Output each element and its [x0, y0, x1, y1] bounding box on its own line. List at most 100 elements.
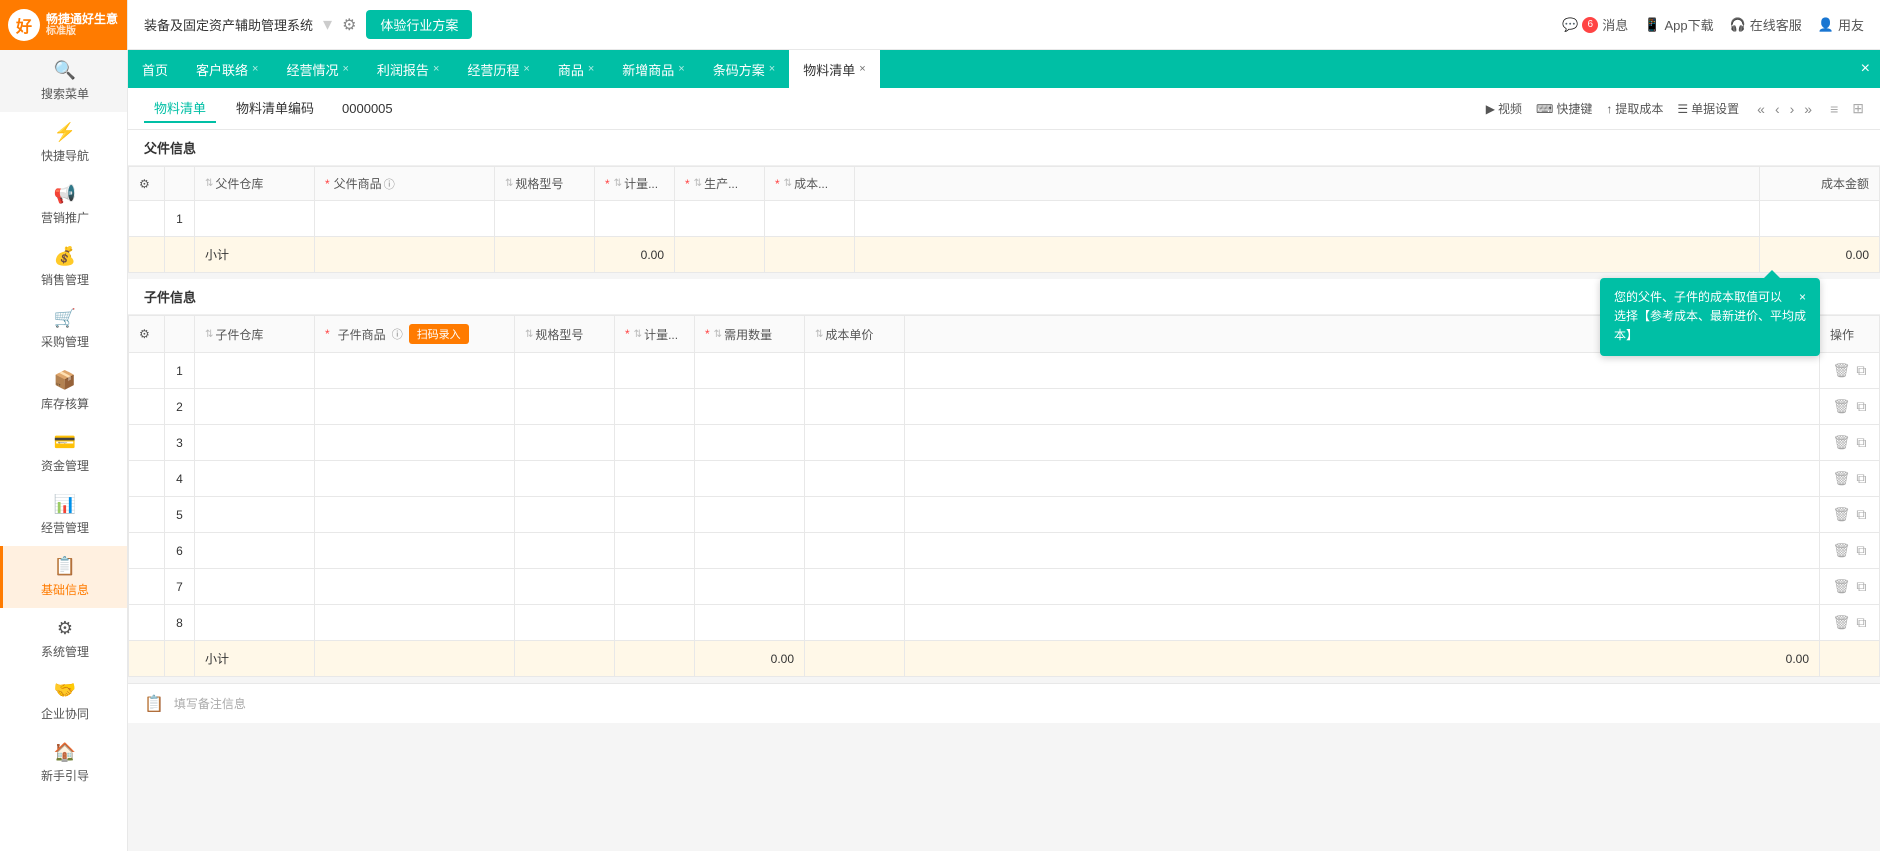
child-row-warehouse[interactable]	[195, 389, 315, 425]
tooltip-close-button[interactable]: ×	[1799, 288, 1806, 307]
extract-cost-button[interactable]: ↑ 提取成本	[1606, 100, 1663, 117]
doc-settings-button[interactable]: ☰ 单据设置	[1677, 100, 1739, 117]
parent-col-product[interactable]: * 父件商品 ⓘ	[315, 167, 495, 201]
child-row-spec[interactable]	[515, 533, 615, 569]
child-row-qty[interactable]	[695, 389, 805, 425]
tab-bom[interactable]: 物料清单 ×	[789, 50, 879, 88]
child-row-unitcost[interactable]	[805, 497, 905, 533]
sidebar-item-basic[interactable]: 📋 基础信息	[0, 546, 127, 608]
child-row-qty[interactable]	[695, 353, 805, 389]
child-row-qty[interactable]	[695, 533, 805, 569]
child-row-unit[interactable]	[615, 533, 695, 569]
child-row-warehouse[interactable]	[195, 569, 315, 605]
copy-icon[interactable]: ⧉	[1856, 506, 1866, 523]
delete-icon[interactable]: 🗑	[1833, 398, 1851, 415]
sidebar-item-search[interactable]: 🔍 搜索菜单	[0, 50, 127, 112]
expand-toggle[interactable]: ⊞	[1852, 100, 1864, 117]
child-row-spec[interactable]	[515, 461, 615, 497]
child-row-product[interactable]	[315, 533, 515, 569]
child-row-spec[interactable]	[515, 569, 615, 605]
tab-history[interactable]: 经营历程 ×	[453, 50, 543, 88]
child-row-unitcost[interactable]	[805, 569, 905, 605]
child-row-warehouse[interactable]	[195, 533, 315, 569]
child-col-product[interactable]: * 子件商品 ⓘ 扫码录入	[315, 316, 515, 353]
sidebar-item-marketing[interactable]: 📢 营销推广	[0, 174, 127, 236]
child-row-spec[interactable]	[515, 425, 615, 461]
child-row-unitcost[interactable]	[805, 353, 905, 389]
child-col-spec[interactable]: ⇅ 规格型号	[515, 316, 615, 353]
child-row-qty[interactable]	[695, 425, 805, 461]
tab-barcode[interactable]: 条码方案 ×	[699, 50, 789, 88]
delete-icon[interactable]: 🗑	[1833, 542, 1851, 559]
parent-row-product[interactable]	[315, 201, 495, 237]
child-row-qty[interactable]	[695, 605, 805, 641]
copy-icon[interactable]: ⧉	[1856, 398, 1866, 415]
tab-customer-close[interactable]: ×	[252, 63, 258, 75]
tab-operation[interactable]: 经营情况 ×	[272, 50, 362, 88]
tab-history-close[interactable]: ×	[523, 63, 529, 75]
chevron-down-icon[interactable]: ▾	[323, 14, 332, 35]
child-row-unitcost[interactable]	[805, 425, 905, 461]
child-row-product[interactable]	[315, 605, 515, 641]
child-row-product[interactable]	[315, 569, 515, 605]
child-col-unitcost[interactable]: ⇅ 成本单价	[805, 316, 905, 353]
tab-new-product-close[interactable]: ×	[678, 63, 684, 75]
tab-new-product[interactable]: 新增商品 ×	[608, 50, 698, 88]
child-row-product[interactable]	[315, 497, 515, 533]
parent-row-spec[interactable]	[495, 201, 595, 237]
child-row-product[interactable]	[315, 353, 515, 389]
child-row-unit[interactable]	[615, 605, 695, 641]
child-row-unitcost[interactable]	[805, 389, 905, 425]
child-row-unitcost[interactable]	[805, 461, 905, 497]
delete-icon[interactable]: 🗑	[1833, 614, 1851, 631]
child-row-warehouse[interactable]	[195, 605, 315, 641]
child-row-unit[interactable]	[615, 425, 695, 461]
sidebar-item-collab[interactable]: 🤝 企业协同	[0, 670, 127, 732]
last-page-arrow[interactable]: »	[1800, 99, 1816, 119]
app-download-button[interactable]: 📱 App下载	[1644, 15, 1713, 34]
prev-page-arrow[interactable]: ‹	[1771, 99, 1784, 119]
next-page-arrow[interactable]: ›	[1786, 99, 1799, 119]
parent-row-produce[interactable]	[675, 201, 765, 237]
tab-profit-close[interactable]: ×	[433, 63, 439, 75]
scan-button[interactable]: 扫码录入	[409, 324, 469, 344]
message-button[interactable]: 💬 6 消息	[1562, 15, 1628, 34]
child-row-unitcost[interactable]	[805, 533, 905, 569]
tab-bom-close[interactable]: ×	[859, 63, 865, 75]
child-row-unit[interactable]	[615, 569, 695, 605]
sidebar-item-system[interactable]: ⚙ 系统管理	[0, 608, 127, 670]
settings-icon[interactable]: ⚙	[342, 15, 356, 35]
copy-icon[interactable]: ⧉	[1856, 470, 1866, 487]
child-row-spec[interactable]	[515, 353, 615, 389]
copy-icon[interactable]: ⧉	[1856, 614, 1866, 631]
child-row-warehouse[interactable]	[195, 461, 315, 497]
user-button[interactable]: 👤 用友	[1818, 15, 1864, 34]
parent-col-unit[interactable]: * ⇅ 计量...	[595, 167, 675, 201]
child-row-spec[interactable]	[515, 605, 615, 641]
sidebar-item-inventory[interactable]: 📦 库存核算	[0, 360, 127, 422]
parent-col-settings[interactable]: ⚙	[129, 167, 165, 201]
sidebar-item-nav[interactable]: ⚡ 快捷导航	[0, 112, 127, 174]
sub-tab-bom-code[interactable]: 物料清单编码	[226, 94, 324, 123]
tab-home[interactable]: 首页	[128, 50, 182, 88]
video-button[interactable]: ▶ 视频	[1486, 100, 1522, 117]
shortcut-button[interactable]: ⌨ 快捷键	[1536, 100, 1592, 117]
online-service-button[interactable]: 🎧 在线客服	[1730, 15, 1802, 34]
close-all-tabs[interactable]: ×	[1851, 60, 1880, 78]
delete-icon[interactable]: 🗑	[1833, 362, 1851, 379]
child-row-unit[interactable]	[615, 353, 695, 389]
parent-col-produce[interactable]: * ⇅ 生产...	[675, 167, 765, 201]
first-page-arrow[interactable]: «	[1753, 99, 1769, 119]
sidebar-item-purchase[interactable]: 🛒 采购管理	[0, 298, 127, 360]
child-row-unit[interactable]	[615, 389, 695, 425]
child-col-warehouse[interactable]: ⇅ 子件仓库	[195, 316, 315, 353]
tab-barcode-close[interactable]: ×	[769, 63, 775, 75]
parent-row-warehouse[interactable]	[195, 201, 315, 237]
parent-col-spec[interactable]: ⇅ 规格型号	[495, 167, 595, 201]
child-row-qty[interactable]	[695, 569, 805, 605]
child-col-unit[interactable]: * ⇅ 计量...	[615, 316, 695, 353]
sidebar-item-sales[interactable]: 💰 销售管理	[0, 236, 127, 298]
child-row-warehouse[interactable]	[195, 353, 315, 389]
child-row-spec[interactable]	[515, 497, 615, 533]
delete-icon[interactable]: 🗑	[1833, 506, 1851, 523]
